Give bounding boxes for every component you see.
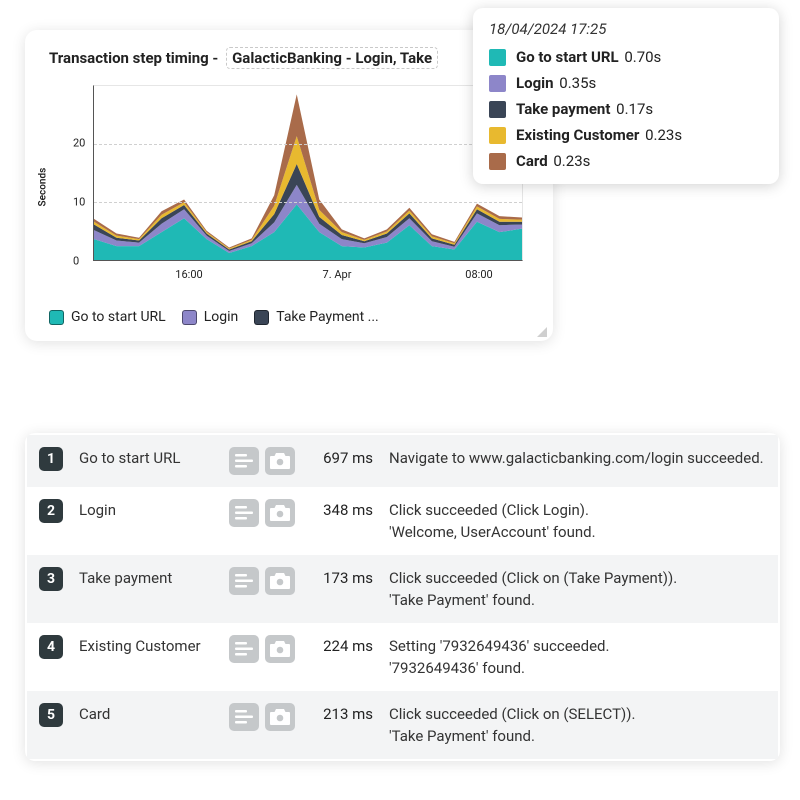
table-row: 4 Existing Customer 224 ms Setting '7932… <box>27 623 778 691</box>
tooltip-value: 0.70s <box>624 48 661 66</box>
screenshot-icon[interactable] <box>265 447 295 475</box>
steps-table: 1 Go to start URL 697 ms Navigate to www… <box>25 433 780 761</box>
tooltip-swatch <box>489 127 506 144</box>
tooltip-value: 0.17s <box>616 100 653 118</box>
resize-handle-icon[interactable] <box>537 327 547 337</box>
tooltip-label: Take payment <box>516 100 610 118</box>
step-number: 5 <box>39 703 63 727</box>
step-duration: 348 ms <box>305 499 389 519</box>
screenshot-icon[interactable] <box>265 635 295 663</box>
step-name: Go to start URL <box>79 447 229 467</box>
tooltip-swatch <box>489 153 506 170</box>
step-message: 'Welcome, UserAccount' found. <box>389 521 772 543</box>
log-icon[interactable] <box>229 703 259 731</box>
tooltip-swatch <box>489 101 506 118</box>
screenshot-icon[interactable] <box>265 703 295 731</box>
legend-label: Take Payment ... <box>276 309 379 325</box>
tooltip-row: Login 0.35s <box>489 70 763 96</box>
tooltip-label: Login <box>516 74 554 92</box>
step-number: 4 <box>39 635 63 659</box>
legend-label: Login <box>204 309 239 325</box>
step-messages: Click succeeded (Click on (Take Payment)… <box>389 567 772 611</box>
tooltip-label: Go to start URL <box>516 48 619 66</box>
legend-item[interactable]: Login <box>182 309 239 325</box>
log-icon[interactable] <box>229 567 259 595</box>
step-message: Setting '7932649436' succeeded. <box>389 635 772 657</box>
screenshot-icon[interactable] <box>265 567 295 595</box>
tooltip-row: Take payment 0.17s <box>489 96 763 122</box>
legend-swatch <box>49 310 64 325</box>
table-row: 3 Take payment 173 ms Click succeeded (C… <box>27 555 778 623</box>
chart-legend: Go to start URL Login Take Payment ... <box>49 309 529 325</box>
step-duration: 173 ms <box>305 567 389 587</box>
tooltip-value: 0.23s <box>645 126 682 144</box>
table-row: 2 Login 348 ms Click succeeded (Click Lo… <box>27 487 778 555</box>
log-icon[interactable] <box>229 447 259 475</box>
step-messages: Click succeeded (Click on (SELECT)).'Tak… <box>389 703 772 747</box>
step-name: Existing Customer <box>79 635 229 655</box>
tooltip-row: Card 0.23s <box>489 148 763 174</box>
step-number: 3 <box>39 567 63 591</box>
step-messages: Navigate to www.galacticbanking.com/logi… <box>389 447 772 469</box>
step-messages: Click succeeded (Click Login).'Welcome, … <box>389 499 772 543</box>
step-message: Click succeeded (Click on (Take Payment)… <box>389 567 772 589</box>
step-name: Take payment <box>79 567 229 587</box>
chart-title: Transaction step timing - <box>49 49 222 67</box>
tooltip-label: Existing Customer <box>516 126 639 144</box>
tooltip-row: Existing Customer 0.23s <box>489 122 763 148</box>
step-message: 'Take Payment' found. <box>389 725 772 747</box>
tooltip-row: Go to start URL 0.70s <box>489 44 763 70</box>
step-message: '7932649436' found. <box>389 657 772 679</box>
legend-swatch <box>254 310 269 325</box>
step-message: Click succeeded (Click Login). <box>389 499 772 521</box>
legend-item[interactable]: Go to start URL <box>49 309 166 325</box>
step-duration: 213 ms <box>305 703 389 723</box>
tooltip-value: 0.35s <box>559 74 596 92</box>
plot-box[interactable] <box>93 85 523 261</box>
tooltip-value: 0.23s <box>553 152 590 170</box>
table-row: 5 Card 213 ms Click succeeded (Click on … <box>27 691 778 759</box>
x-tick-1: 7. Apr <box>323 268 352 281</box>
chart-area: Seconds 0 10 20 16:00 7. Apr 08:00 <box>49 85 529 295</box>
y-tick-20: 20 <box>73 137 85 150</box>
table-row: 1 Go to start URL 697 ms Navigate to www… <box>27 435 778 487</box>
step-number: 2 <box>39 499 63 523</box>
tooltip-label: Card <box>516 152 548 170</box>
tooltip-swatch <box>489 49 506 66</box>
log-icon[interactable] <box>229 635 259 663</box>
tooltip-timestamp: 18/04/2024 17:25 <box>489 20 763 38</box>
step-name: Login <box>79 499 229 519</box>
tooltip-swatch <box>489 75 506 92</box>
step-messages: Setting '7932649436' succeeded.'79326494… <box>389 635 772 679</box>
step-duration: 224 ms <box>305 635 389 655</box>
legend-label: Go to start URL <box>71 309 166 325</box>
step-number: 1 <box>39 447 63 471</box>
step-name: Card <box>79 703 229 723</box>
area-chart <box>94 86 522 260</box>
y-tick-10: 10 <box>73 196 85 209</box>
x-tick-0: 16:00 <box>175 268 202 281</box>
y-tick-0: 0 <box>73 255 79 268</box>
step-message: Navigate to www.galacticbanking.com/logi… <box>389 447 772 469</box>
legend-item[interactable]: Take Payment ... <box>254 309 379 325</box>
x-tick-2: 08:00 <box>465 268 492 281</box>
chart-subtitle[interactable]: GalacticBanking - Login, Take <box>226 47 438 69</box>
y-axis-label: Seconds <box>38 167 49 206</box>
step-message: 'Take Payment' found. <box>389 589 772 611</box>
log-icon[interactable] <box>229 499 259 527</box>
step-duration: 697 ms <box>305 447 389 467</box>
tooltip-card: 18/04/2024 17:25 Go to start URL 0.70s L… <box>473 8 779 184</box>
step-message: Click succeeded (Click on (SELECT)). <box>389 703 772 725</box>
screenshot-icon[interactable] <box>265 499 295 527</box>
legend-swatch <box>182 310 197 325</box>
